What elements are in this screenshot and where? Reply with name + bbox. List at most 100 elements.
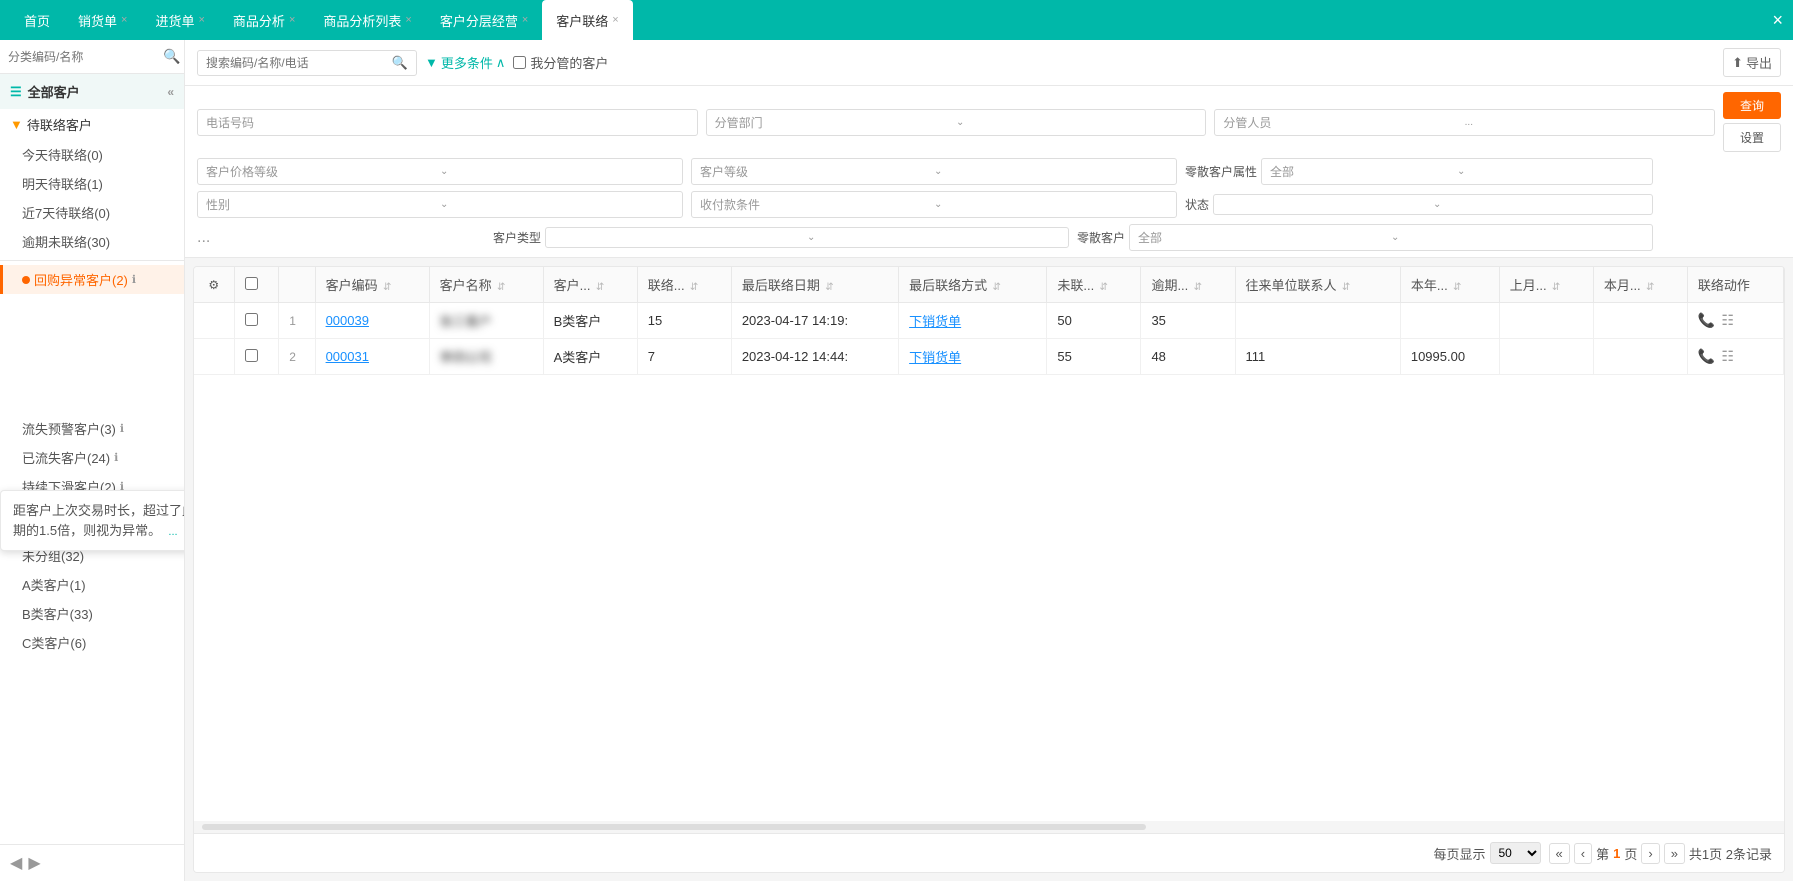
more-conditions-btn[interactable]: ▼ 更多条件 ∧ [425, 53, 505, 72]
next-page-btn[interactable]: › [1641, 843, 1659, 864]
tooltip-more[interactable]: ... [168, 526, 177, 538]
first-page-btn[interactable]: « [1549, 843, 1570, 864]
row2-method-link[interactable]: 下销货单 [909, 350, 961, 365]
my-customers-checkbox[interactable] [513, 56, 526, 69]
sidebar-item-7days[interactable]: 近7天待联络(0) [0, 198, 184, 227]
filter-dept[interactable]: 分管部门 ⌄ [706, 109, 1207, 136]
th-uncontacted-sort[interactable]: ⇵ [1100, 282, 1108, 293]
sidebar-search-icon[interactable]: 🔍 [163, 48, 180, 65]
filter-customer-level[interactable]: 客户等级 ⌄ [691, 158, 1177, 185]
export-btn[interactable]: ⬆ 导出 [1723, 48, 1781, 77]
filter-phone[interactable]: 电话号码 [197, 109, 698, 136]
search-input[interactable] [206, 56, 392, 70]
th-last-month[interactable]: 上月... ⇵ [1499, 267, 1593, 303]
per-page-select[interactable]: 50 20 100 [1490, 842, 1541, 864]
sidebar-search-input[interactable] [8, 50, 163, 64]
th-last-date-sort[interactable]: ⇵ [825, 282, 833, 293]
sidebar-item-overdue[interactable]: 逾期未联络(30) [0, 227, 184, 256]
filter-retail-customer[interactable]: 全部 ⌄ [1129, 224, 1653, 251]
row2-checkbox[interactable] [245, 349, 258, 362]
th-this-month[interactable]: 本月... ⇵ [1593, 267, 1687, 303]
sidebar-collapse-icon[interactable]: « [167, 85, 174, 99]
filter-status[interactable]: ⌄ [1213, 194, 1653, 215]
nav-close-purchase[interactable]: × [198, 14, 204, 26]
sidebar-item-c-class[interactable]: C类客户(6) [0, 628, 184, 657]
scrollbar-thumb[interactable] [202, 824, 1146, 830]
filter-payment[interactable]: 收付款条件 ⌄ [691, 191, 1177, 218]
th-name[interactable]: 客户名称 ⇵ [429, 267, 543, 303]
th-last-month-sort[interactable]: ⇵ [1552, 282, 1560, 293]
nav-customer-layered[interactable]: 客户分层经营× [426, 0, 542, 40]
sidebar-item-loss-warning[interactable]: 流失预警客户(3) ℹ [0, 414, 184, 443]
th-last-contact-method[interactable]: 最后联络方式 ⇵ [899, 267, 1047, 303]
table-scroll[interactable]: ⚙ 客户编码 ⇵ 客户名称 ⇵ [194, 267, 1784, 821]
select-all-checkbox[interactable] [245, 277, 258, 290]
row2-more-icon[interactable]: ☷ [1721, 348, 1734, 365]
sidebar-item-a-class[interactable]: A类客户(1) [0, 570, 184, 599]
sidebar-prev-icon[interactable]: ◀ [10, 853, 22, 873]
th-contact-count[interactable]: 联络... ⇵ [637, 267, 731, 303]
th-code[interactable]: 客户编码 ⇵ [315, 267, 429, 303]
row1-more-icon[interactable]: ☷ [1721, 312, 1734, 329]
sidebar-item-tomorrow[interactable]: 明天待联络(1) [0, 169, 184, 198]
th-code-sort[interactable]: ⇵ [383, 282, 391, 293]
filter-gender[interactable]: 性别 ⌄ [197, 191, 683, 218]
info-icon-loss[interactable]: ℹ [120, 422, 124, 435]
th-last-method-sort[interactable]: ⇵ [992, 282, 1000, 293]
th-contact-person[interactable]: 往来单位联系人 ⇵ [1235, 267, 1400, 303]
filter-person[interactable]: 分管人员 ... [1214, 109, 1715, 136]
filter-more-icon[interactable]: ... [197, 229, 210, 247]
th-uncontacted[interactable]: 未联... ⇵ [1047, 267, 1141, 303]
td-code-2[interactable]: 000031 [315, 339, 429, 375]
row2-code-link[interactable]: 000031 [326, 349, 369, 364]
sidebar-item-b-class[interactable]: B类客户(33) [0, 599, 184, 628]
th-this-month-sort[interactable]: ⇵ [1646, 282, 1654, 293]
th-this-year[interactable]: 本年... ⇵ [1400, 267, 1499, 303]
nav-close-analysis[interactable]: × [289, 14, 295, 26]
row2-contact-icon[interactable]: 📞 [1698, 348, 1715, 365]
nav-close-customer-layered[interactable]: × [522, 14, 528, 26]
nav-close-customer-contact[interactable]: × [612, 14, 618, 26]
filter-customer-type[interactable]: ⌄ [545, 227, 1069, 248]
nav-analysis-list[interactable]: 商品分析列表× [309, 0, 425, 40]
row1-method-link[interactable]: 下销货单 [909, 314, 961, 329]
info-icon-lost[interactable]: ℹ [114, 451, 118, 464]
td-num-2: 2 [279, 339, 315, 375]
th-name-sort[interactable]: ⇵ [497, 282, 505, 293]
sidebar-item-lost[interactable]: 已流失客户(24) ℹ [0, 443, 184, 472]
nav-purchase[interactable]: 进货单× [141, 0, 218, 40]
sidebar-item-today[interactable]: 今天待联络(0) [0, 140, 184, 169]
filter-price-level[interactable]: 客户价格等级 ⌄ [197, 158, 683, 185]
th-overdue-sort[interactable]: ⇵ [1194, 282, 1202, 293]
horizontal-scrollbar[interactable] [194, 821, 1784, 833]
settings-btn[interactable]: 设置 [1723, 123, 1781, 152]
info-icon-repurchase[interactable]: ℹ [132, 273, 136, 286]
sidebar-item-repurchase-anomaly[interactable]: 回购异常客户(2) ℹ [0, 265, 184, 294]
th-contact-count-sort[interactable]: ⇵ [690, 282, 698, 293]
search-icon[interactable]: 🔍 [392, 55, 408, 71]
th-level[interactable]: 客户... ⇵ [543, 267, 637, 303]
nav-close-analysis-list[interactable]: × [405, 14, 411, 26]
row1-code-link[interactable]: 000039 [326, 313, 369, 328]
sidebar-all-customers[interactable]: ☰ 全部客户 « [0, 74, 184, 109]
nav-sales[interactable]: 销货单× [64, 0, 141, 40]
nav-customer-contact[interactable]: 客户联络× [542, 0, 632, 40]
td-code-1[interactable]: 000039 [315, 303, 429, 339]
th-contact-person-sort[interactable]: ⇵ [1342, 282, 1350, 293]
query-btn[interactable]: 查询 [1723, 92, 1781, 119]
row1-checkbox[interactable] [245, 313, 258, 326]
prev-page-btn[interactable]: ‹ [1574, 843, 1592, 864]
th-this-year-sort[interactable]: ⇵ [1453, 282, 1461, 293]
th-level-sort[interactable]: ⇵ [596, 282, 604, 293]
nav-close-sales[interactable]: × [121, 14, 127, 26]
last-page-btn[interactable]: » [1664, 843, 1685, 864]
close-all-tabs[interactable]: × [1772, 10, 1783, 31]
th-last-contact-date[interactable]: 最后联络日期 ⇵ [731, 267, 898, 303]
nav-home[interactable]: 首页 [10, 0, 64, 40]
nav-analysis[interactable]: 商品分析× [219, 0, 309, 40]
th-overdue[interactable]: 逾期... ⇵ [1141, 267, 1235, 303]
sidebar-group-pending[interactable]: ▼ 待联络客户 [0, 109, 184, 140]
row1-contact-icon[interactable]: 📞 [1698, 312, 1715, 329]
filter-retail-attr[interactable]: 全部 ⌄ [1261, 158, 1653, 185]
sidebar-next-icon[interactable]: ▶ [28, 853, 40, 873]
